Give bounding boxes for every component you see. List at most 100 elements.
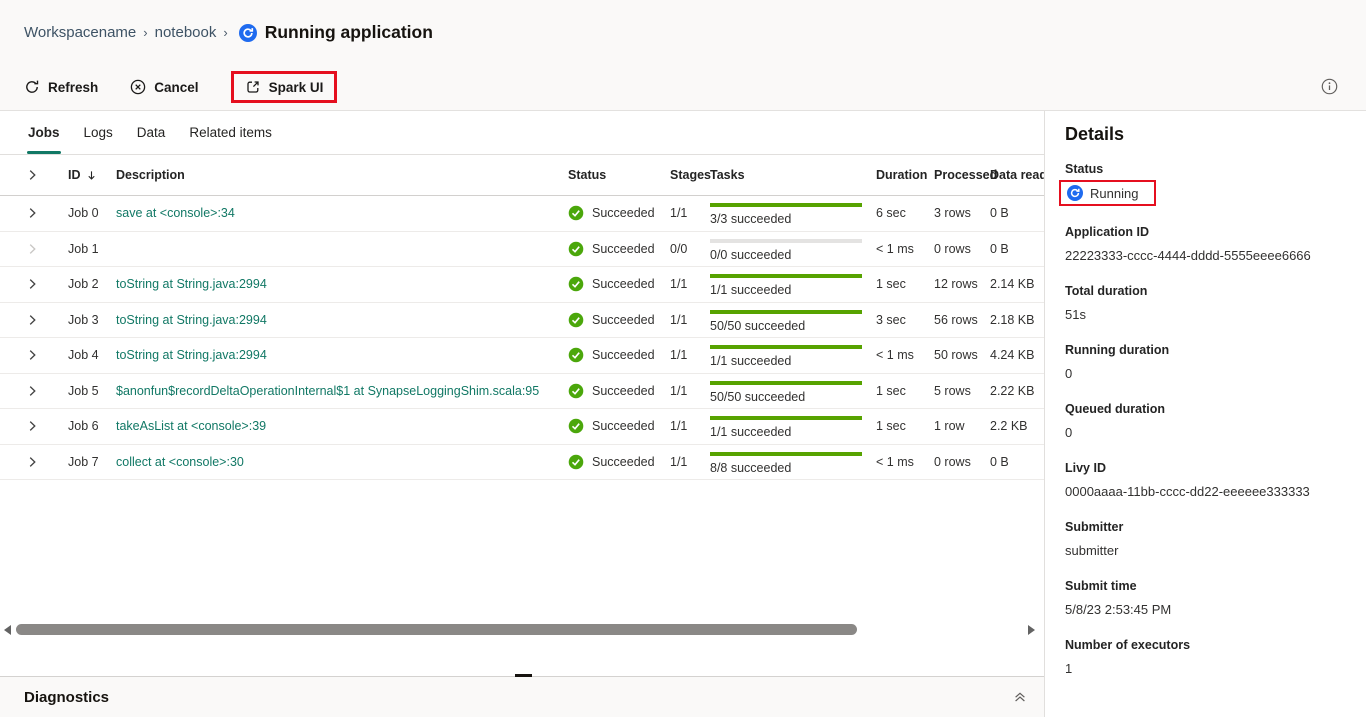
job-id: Job 3	[68, 312, 99, 327]
job-data-read: 2.22 KB	[990, 383, 1035, 398]
task-progress-bar	[710, 309, 862, 314]
job-description-link[interactable]: save at <console>:34	[116, 206, 235, 220]
expand-all-chevron[interactable]	[0, 169, 44, 181]
header-tasks[interactable]: Tasks	[704, 155, 876, 195]
job-id: Job 4	[68, 348, 99, 363]
job-id: Job 1	[68, 241, 99, 256]
tab[interactable]: Jobs	[16, 111, 72, 154]
page-title-group: Running application	[238, 22, 433, 43]
detail-value-row: 5/8/23 2:53:45 PM	[1065, 602, 1171, 617]
breadcrumb-notebook[interactable]: notebook	[155, 24, 217, 41]
job-tasks: 0/0 succeeded	[704, 232, 876, 267]
main-content: Jobs Logs Data Related items ID Descript…	[0, 111, 1044, 717]
chevron-right-icon	[26, 278, 38, 290]
row-expand-chevron[interactable]	[0, 385, 44, 397]
header-stages[interactable]: Stages	[662, 168, 711, 182]
refresh-button[interactable]: Refresh	[24, 79, 98, 95]
tab-strip: Jobs Logs Data Related items	[0, 111, 1044, 155]
task-progress-bar	[710, 203, 862, 207]
horizontal-scrollbar[interactable]	[0, 621, 1044, 637]
breadcrumb: Workspacename › notebook › Running appli…	[24, 22, 433, 43]
job-tasks: 50/50 succeeded	[704, 374, 876, 409]
info-button[interactable]	[1320, 78, 1338, 96]
details-panel: Details Status Running Application ID 22…	[1044, 111, 1366, 717]
job-id: Job 0	[68, 206, 99, 221]
detail-value-row: 51s	[1065, 307, 1086, 322]
cancel-button[interactable]: Cancel	[130, 79, 199, 95]
job-description-link[interactable]: collect at <console>:30	[116, 455, 244, 469]
job-processed: 0 rows	[934, 241, 971, 256]
detail-value: Running	[1090, 185, 1139, 201]
refresh-label: Refresh	[48, 79, 99, 95]
succeeded-icon	[568, 383, 584, 399]
scroll-right-arrow[interactable]	[1028, 625, 1035, 635]
header-duration[interactable]: Duration	[876, 168, 934, 182]
job-status: Succeeded	[560, 276, 662, 292]
expand-diagnostics-button[interactable]	[1012, 689, 1028, 705]
job-description-link[interactable]: toString at String.java:2994	[116, 313, 267, 327]
diagnostics-panel: Diagnostics	[0, 677, 1044, 717]
double-chevron-up-icon	[1012, 689, 1028, 705]
job-tasks-label: 0/0 succeeded	[710, 247, 792, 262]
table-row: Job 0 save at <console>:34 Succeeded 1/1…	[0, 196, 1044, 232]
job-duration: 6 sec	[876, 206, 906, 221]
job-processed: 0 rows	[934, 454, 971, 469]
tab[interactable]: Logs	[72, 111, 125, 154]
job-stages: 1/1	[670, 312, 688, 327]
detail-field: Number of executors 1	[1065, 638, 1348, 678]
job-data-read: 2.18 KB	[990, 312, 1035, 327]
scroll-left-arrow[interactable]	[4, 625, 11, 635]
job-status-label: Succeeded	[592, 206, 655, 221]
row-expand-chevron[interactable]	[0, 456, 44, 468]
job-data-read: 0 B	[990, 454, 1009, 469]
job-status: Succeeded	[560, 418, 662, 434]
detail-value: 5/8/23 2:53:45 PM	[1065, 602, 1172, 617]
detail-label: Submit time	[1065, 579, 1137, 593]
header-id[interactable]: ID	[44, 168, 116, 182]
row-expand-chevron[interactable]	[0, 420, 44, 432]
row-expand-chevron[interactable]	[0, 349, 44, 361]
task-progress-bar	[710, 380, 862, 385]
running-status-icon	[1067, 185, 1083, 201]
row-expand-chevron[interactable]	[0, 278, 44, 290]
running-status-icon	[238, 23, 257, 42]
scrollbar-thumb[interactable]	[16, 624, 857, 635]
job-id: Job 2	[68, 277, 99, 292]
job-description-link[interactable]: toString at String.java:2994	[116, 277, 267, 291]
chevron-right-icon	[26, 207, 38, 219]
row-expand-chevron[interactable]	[0, 207, 44, 219]
header-description[interactable]: Description	[116, 168, 560, 182]
tab[interactable]: Data	[125, 111, 178, 154]
detail-field: Livy ID 0000aaaa-11bb-cccc-dd22-eeeeee33…	[1065, 461, 1348, 501]
job-description-link[interactable]: $anonfun$recordDeltaOperationInternal$1 …	[116, 384, 539, 398]
succeeded-icon	[568, 241, 584, 257]
header-status[interactable]: Status	[560, 168, 662, 182]
header-processed[interactable]: Processed	[934, 168, 997, 182]
row-expand-chevron[interactable]	[0, 314, 44, 326]
table-row: Job 3 toString at String.java:2994 Succe…	[0, 303, 1044, 338]
detail-label: Livy ID	[1065, 461, 1106, 475]
header-id-label: ID	[68, 168, 81, 182]
task-progress-bar	[710, 416, 862, 420]
detail-label: Number of executors	[1065, 638, 1191, 652]
tab[interactable]: Related items	[177, 111, 284, 154]
toolbar: Refresh Cancel Spark UI	[24, 69, 338, 105]
succeeded-icon	[568, 205, 584, 221]
job-tasks: 8/8 succeeded	[704, 445, 876, 480]
spark-ui-button[interactable]: Spark UI	[245, 79, 324, 95]
job-tasks-label: 1/1 succeeded	[710, 283, 792, 297]
header-tasks-label: Tasks	[710, 168, 745, 182]
header-data-read[interactable]: Data read	[990, 168, 1044, 182]
job-status: Succeeded	[560, 383, 662, 399]
spark-ui-label: Spark UI	[268, 79, 324, 95]
job-description-link[interactable]: toString at String.java:2994	[116, 348, 267, 362]
detail-label: Total duration	[1065, 284, 1148, 298]
table-row: Job 6 takeAsList at <console>:39 Succeed…	[0, 409, 1044, 445]
row-expand-chevron[interactable]	[0, 243, 44, 255]
table-row: Job 1 Succeeded 0/0 0/0 succeeded < 1 ms…	[0, 232, 1044, 267]
job-description-link[interactable]: takeAsList at <console>:39	[116, 419, 266, 433]
job-duration: 3 sec	[876, 312, 906, 327]
succeeded-icon	[568, 347, 584, 363]
breadcrumb-workspace[interactable]: Workspacename	[24, 24, 136, 41]
task-progress-bar	[710, 451, 862, 456]
